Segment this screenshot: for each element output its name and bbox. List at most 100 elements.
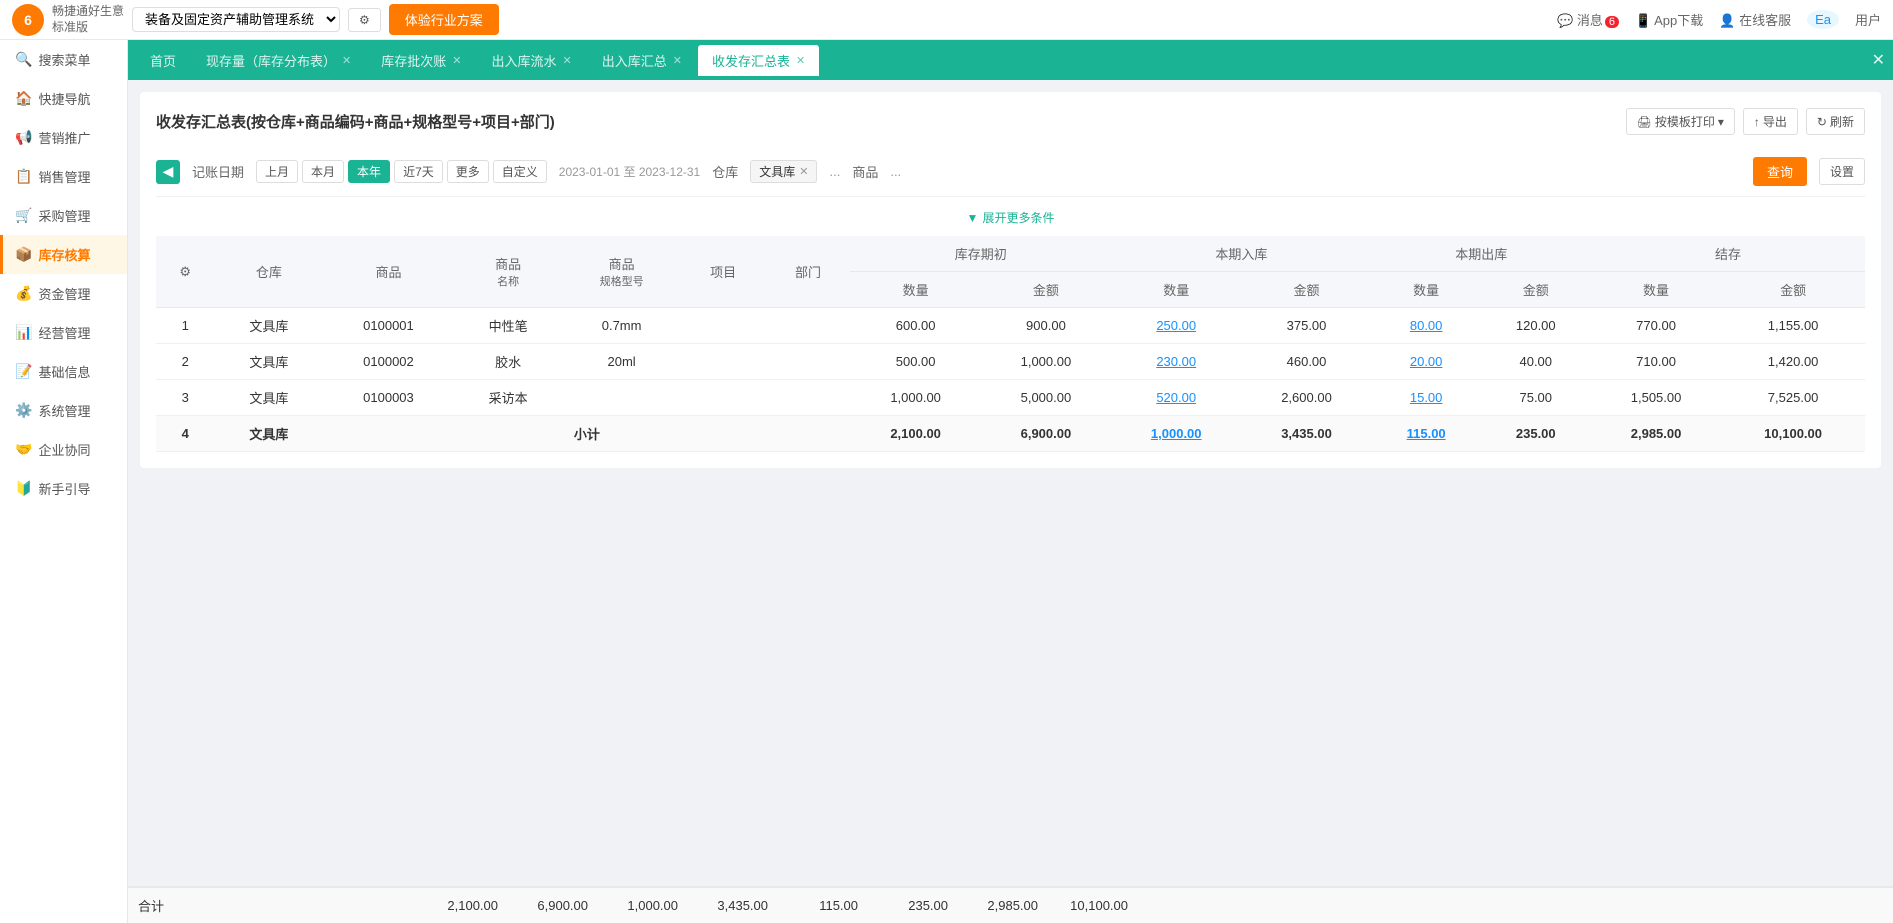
summary-table: ⚙ 仓库 商品 商品名称 商品规格型号 项目 部门 库存期初 本期入库 本期 [156, 236, 1865, 452]
sidebar-item-basicinfo[interactable]: 📝基础信息 [0, 352, 127, 391]
refresh-icon: ↻ [1817, 115, 1827, 129]
operations-icon: 📊 [15, 324, 32, 341]
tab-batch[interactable]: 库存批次账 ✕ [367, 45, 475, 76]
sales-icon: 📋 [15, 168, 32, 185]
guide-icon: 🔰 [15, 480, 32, 497]
tab-close-inventory-dist[interactable]: ✕ [342, 54, 351, 67]
total-out-qty: 115.00 [778, 898, 858, 913]
last-month-btn[interactable]: 上月 [256, 160, 298, 183]
sidebar-item-finance[interactable]: 💰资金管理 [0, 274, 127, 313]
tab-label-recv-send-summary: 收发存汇总表 [712, 51, 790, 70]
col-goods-name: 商品名称 [454, 236, 563, 308]
more-date-btn[interactable]: 更多 [447, 160, 489, 183]
sidebar-label-guide: 新手引导 [38, 479, 90, 498]
warehouse-tag-close[interactable]: ✕ [799, 165, 808, 178]
tab-inout-summary[interactable]: 出入库汇总 ✕ [588, 45, 696, 76]
sidebar-label-operations: 经营管理 [38, 323, 90, 342]
total-open-amt: 6,900.00 [508, 898, 588, 913]
print-button[interactable]: 🖨 按模板打印 ▾ [1626, 108, 1735, 135]
tab-close-recv-send-summary[interactable]: ✕ [796, 54, 805, 67]
col-close-qty: 数量 [1591, 272, 1721, 308]
print-icon: 🖨 [1637, 115, 1652, 129]
total-close-qty: 2,985.00 [958, 898, 1038, 913]
query-button[interactable]: 查询 [1753, 157, 1807, 186]
date-buttons-group: 上月 本月 本年 近7天 更多 自定义 [256, 160, 547, 183]
system-selector[interactable]: 装备及固定资产辅助管理系统 [132, 7, 340, 32]
this-year-btn[interactable]: 本年 [348, 160, 390, 183]
table-row: 1 文具库 0100001 中性笔 0.7mm 600.00 900.00 25… [156, 308, 1865, 344]
tab-label-inout-flow: 出入库流水 [491, 51, 556, 70]
total-in-qty: 1,000.00 [598, 898, 678, 913]
sidebar-label-marketing: 营销推广 [38, 128, 90, 147]
tab-label-batch: 库存批次账 [381, 51, 446, 70]
settings-gear-button[interactable]: ⚙ [348, 8, 381, 32]
warehouse-filter-label: 仓库 [712, 162, 738, 181]
enterprise-icon: 🤝 [15, 441, 32, 458]
expand-more-conditions-btn[interactable]: ▼ 展开更多条件 [967, 209, 1055, 226]
sidebar-item-sales[interactable]: 📋 销售管理 [0, 157, 127, 196]
total-out-amt: 235.00 [868, 898, 948, 913]
warehouse-more-dots[interactable]: ... [829, 164, 840, 179]
try-industry-button[interactable]: 体验行业方案 [389, 4, 499, 35]
sidebar-item-marketing[interactable]: 📢 营销推广 [0, 118, 127, 157]
tab-label-inventory-dist: 现存量（库存分布表） [206, 51, 336, 70]
sidebar-item-inventory[interactable]: 📦库存核算 [0, 235, 127, 274]
sidebar-item-quicknav[interactable]: 🏠快捷导航 [0, 79, 127, 118]
sidebar-item-enterprise[interactable]: 🤝企业协同 [0, 430, 127, 469]
sidebar-item-purchase[interactable]: 🛒采购管理 [0, 196, 127, 235]
col-warehouse: 仓库 [214, 236, 323, 308]
col-open-qty: 数量 [850, 272, 980, 308]
total-label: 合计 [138, 896, 418, 915]
tab-close-inout-flow[interactable]: ✕ [563, 54, 572, 67]
col-goods-spec: 商品规格型号 [563, 236, 681, 308]
tab-inout-flow[interactable]: 出入库流水 ✕ [477, 45, 585, 76]
refresh-button[interactable]: ↻ 刷新 [1806, 108, 1865, 135]
tab-home[interactable]: 首页 [136, 45, 190, 76]
goods-more-dots[interactable]: ... [890, 164, 901, 179]
col-in-amt: 金额 [1241, 272, 1371, 308]
filter-toggle-button[interactable]: ◀ [156, 160, 180, 184]
system-icon: ⚙️ [15, 402, 32, 419]
date-label: 记账日期 [192, 162, 244, 181]
last-7days-btn[interactable]: 近7天 [394, 160, 443, 183]
sidebar-label-purchase: 采购管理 [38, 206, 90, 225]
tab-label-inout-summary: 出入库汇总 [602, 51, 667, 70]
close-all-tabs-button[interactable]: ✕ [1872, 50, 1885, 70]
tab-label-home: 首页 [150, 51, 176, 70]
user-label[interactable]: 用户 [1855, 10, 1881, 29]
sidebar-label-inventory: 库存核算 [38, 245, 90, 264]
app-name: 畅捷通好生意 标准版 [52, 4, 124, 35]
tab-close-inout-summary[interactable]: ✕ [673, 54, 682, 67]
sidebar-item-search[interactable]: 🔍搜索菜单 [0, 40, 127, 79]
tab-inventory-dist[interactable]: 现存量（库存分布表） ✕ [192, 45, 365, 76]
user-avatar[interactable]: Ea [1807, 10, 1839, 29]
page-title: 收发存汇总表(按仓库+商品编码+商品+规格型号+项目+部门) [156, 111, 555, 132]
footer-total-row: 合计 2,100.00 6,900.00 1,000.00 3,435.00 1… [128, 886, 1893, 923]
col-in-qty: 数量 [1111, 272, 1241, 308]
online-service-link[interactable]: 👤 在线客服 [1719, 10, 1791, 29]
col-settings-icon[interactable]: ⚙ [156, 236, 214, 308]
total-close-amt: 10,100.00 [1048, 898, 1128, 913]
col-project: 项目 [681, 236, 766, 308]
tab-recv-send-summary[interactable]: 收发存汇总表 ✕ [698, 45, 819, 76]
col-out-amt: 金额 [1481, 272, 1591, 308]
export-button[interactable]: ↑ 导出 [1743, 108, 1798, 135]
col-group-opening: 库存期初 [850, 236, 1111, 272]
sidebar-item-system[interactable]: ⚙️系统管理 [0, 391, 127, 430]
sidebar-item-operations[interactable]: 📊 经营管理 [0, 313, 127, 352]
sidebar-item-guide[interactable]: 🔰 新手引导 [0, 469, 127, 508]
notification-icon[interactable]: 💬 消息6 [1557, 10, 1619, 29]
goods-filter-label: 商品 [852, 162, 878, 181]
subtotal-row: 4 文具库 小计 2,100.00 6,900.00 1,000.00 3,43… [156, 416, 1865, 452]
settings-filter-button[interactable]: 设置 [1819, 158, 1865, 185]
marketing-icon: 📢 [15, 129, 32, 146]
warehouse-tag[interactable]: 文具库 ✕ [750, 160, 817, 183]
table-row: 3 文具库 0100003 采访本 1,000.00 5,000.00 520.… [156, 380, 1865, 416]
sidebar-label-sales: 销售管理 [38, 167, 90, 186]
basicinfo-icon: 📝 [15, 363, 32, 380]
app-download-link[interactable]: 📱 App下载 [1635, 10, 1703, 29]
custom-date-btn[interactable]: 自定义 [493, 160, 547, 183]
tab-close-batch[interactable]: ✕ [452, 54, 461, 67]
this-month-btn[interactable]: 本月 [302, 160, 344, 183]
total-in-amt: 3,435.00 [688, 898, 768, 913]
